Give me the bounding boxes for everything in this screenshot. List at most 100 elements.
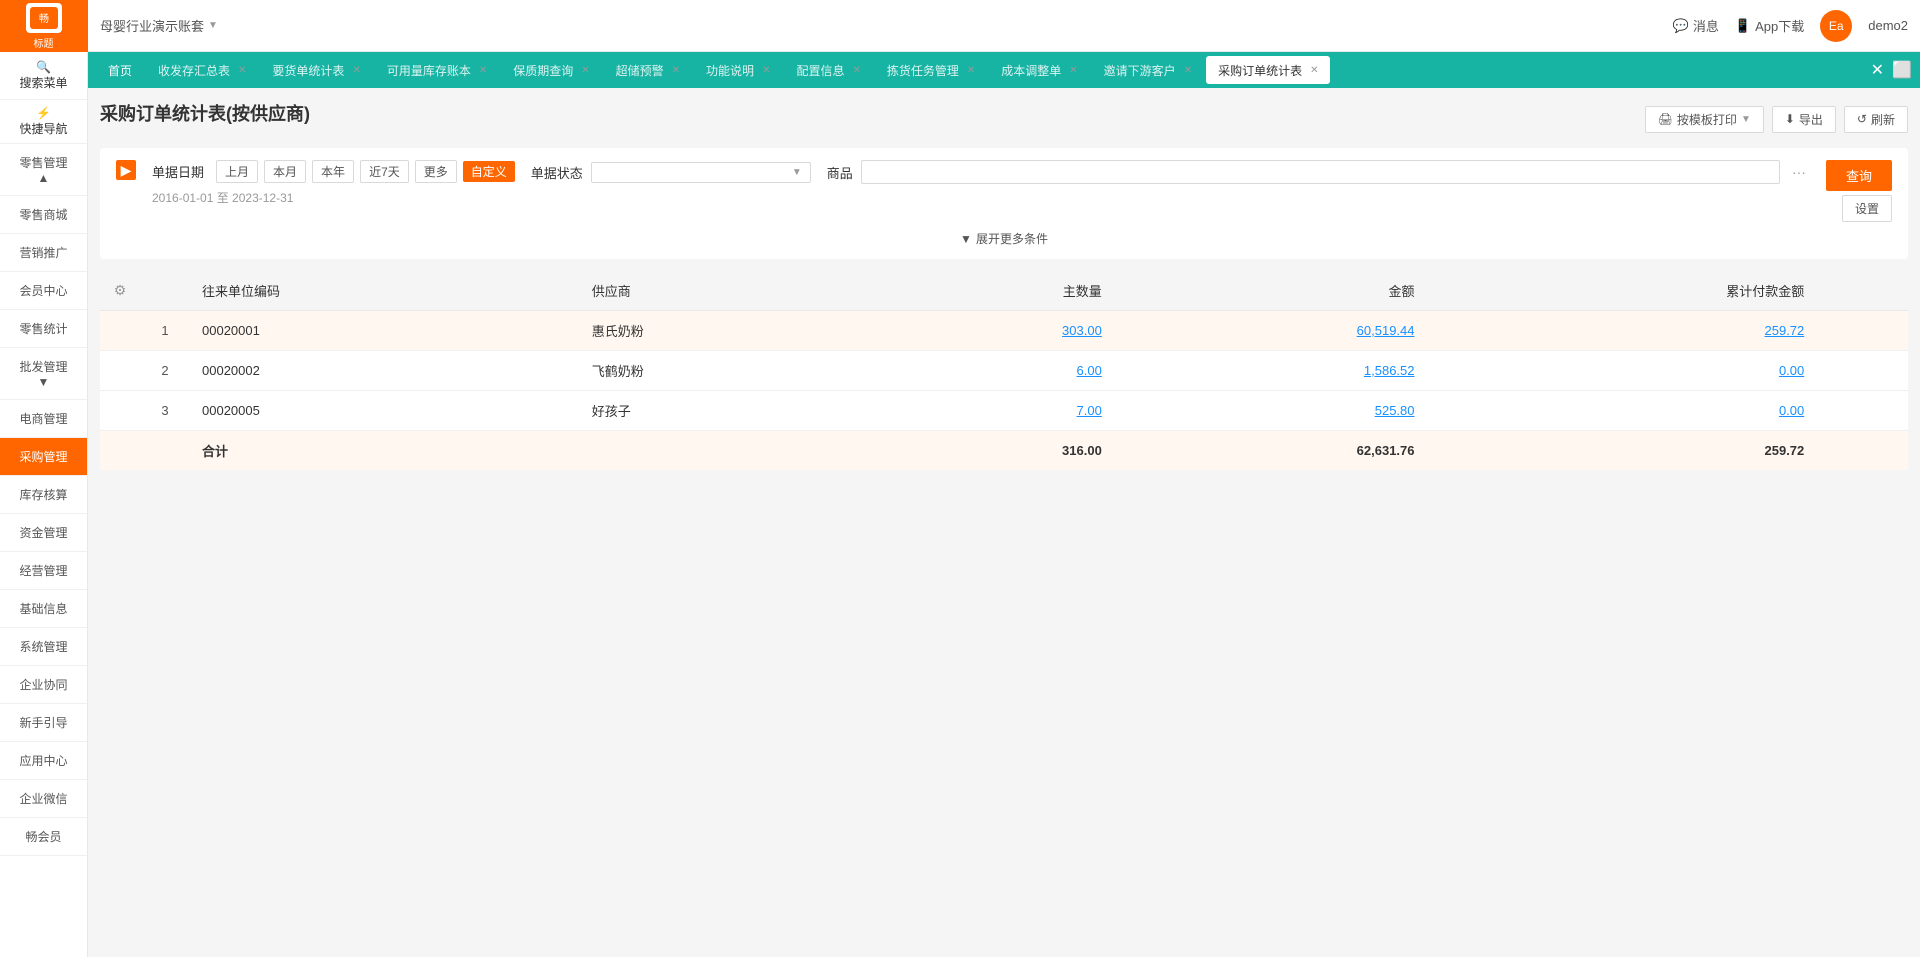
content-area: 采购订单统计表(按供应商) 🖨 按模板打印 ▼ ⬇ 导出 ↺ 刷新 [88, 88, 1920, 957]
sidebar-item-base[interactable]: 基础信息 [0, 590, 87, 628]
refresh-button[interactable]: ↺ 刷新 [1844, 106, 1908, 133]
td-amount[interactable]: 1,586.52 [1114, 351, 1427, 391]
tab-close-icon[interactable]: ✕ [1310, 65, 1318, 76]
td-supplier: 好孩子 [580, 391, 870, 431]
tab-label: 超储预警 [616, 62, 664, 79]
tab-label: 收发存汇总表 [158, 62, 230, 79]
tab-cost-adjust[interactable]: 成本调整单 ✕ [989, 56, 1089, 84]
app-download-button[interactable]: 📱 App下载 [1735, 16, 1804, 35]
tab-close-icon[interactable]: ✕ [762, 65, 770, 76]
tab-close-icon[interactable]: ✕ [1184, 65, 1192, 76]
tab-config-info[interactable]: 配置信息 ✕ [784, 56, 872, 84]
sidebar-item-label: 新手引导 [19, 714, 67, 731]
sidebar-item-label: 电商管理 [19, 410, 67, 427]
date-last-month-btn[interactable]: 上月 [216, 160, 258, 183]
sidebar-item-system[interactable]: 系统管理 [0, 628, 87, 666]
sidebar-item-label: 营销推广 [19, 244, 67, 261]
search-button[interactable]: 查询 [1826, 160, 1892, 191]
sidebar-item-shortcut[interactable]: ⚡ 快捷导航 [0, 100, 87, 144]
td-main-qty[interactable]: 303.00 [870, 311, 1114, 351]
sidebar-item-guide[interactable]: 新手引导 [0, 704, 87, 742]
ellipsis-icon[interactable]: ··· [1788, 164, 1810, 180]
tab-close-icon[interactable]: ✕ [581, 65, 589, 76]
td-main-qty[interactable]: 7.00 [870, 391, 1114, 431]
td-main-qty[interactable]: 6.00 [870, 351, 1114, 391]
sidebar-item-inventory[interactable]: 库存核算 [0, 476, 87, 514]
td-unit-code: 00020005 [190, 391, 580, 431]
setting-button[interactable]: 设置 [1842, 195, 1892, 222]
date-buttons: 上月 本月 本年 近7天 更多 自定义 [216, 160, 515, 183]
tab-warranty-query[interactable]: 保质期查询 ✕ [501, 56, 601, 84]
tab-close-icon[interactable]: ✕ [967, 65, 975, 76]
td-unit-code: 00020002 [190, 351, 580, 391]
sidebar-item-label: 应用中心 [19, 752, 67, 769]
refresh-icon: ↺ [1857, 112, 1867, 126]
sidebar-item-wechat[interactable]: 企业微信 [0, 780, 87, 818]
tab-home[interactable]: 首页 [96, 56, 144, 84]
sidebar-item-enterprise[interactable]: 企业协同 [0, 666, 87, 704]
expand-more-button[interactable]: ▼ 展开更多条件 [960, 230, 1048, 247]
tab-receive-summary[interactable]: 收发存汇总表 ✕ [146, 56, 258, 84]
goods-input[interactable] [861, 160, 1780, 184]
td-unit-code: 00020001 [190, 311, 580, 351]
td-amount[interactable]: 525.80 [1114, 391, 1427, 431]
sidebar-item-search[interactable]: 🔍 搜索菜单 [0, 52, 87, 100]
message-button[interactable]: 💬 消息 [1673, 16, 1719, 35]
sidebar-item-wholesale[interactable]: 批发管理 ▼ [0, 348, 87, 400]
sidebar-item-member[interactable]: 会员中心 [0, 272, 87, 310]
td-paid-amount[interactable]: 0.00 [1427, 391, 1817, 431]
tab-picking-task[interactable]: 拣货任务管理 ✕ [875, 56, 987, 84]
td-extra [1816, 351, 1908, 391]
sidebar-item-marketing[interactable]: 营销推广 [0, 234, 87, 272]
sidebar-item-appstore[interactable]: 应用中心 [0, 742, 87, 780]
tab-close-window-button[interactable]: ✕ [1871, 60, 1884, 80]
tab-label: 功能说明 [706, 62, 754, 79]
workspace-selector[interactable]: 母婴行业演示账套 ▼ [100, 16, 218, 35]
date-more-btn[interactable]: 更多 [415, 160, 457, 183]
tab-overstock-warning[interactable]: 超储预警 ✕ [604, 56, 692, 84]
export-button[interactable]: ⬇ 导出 [1772, 106, 1836, 133]
user-avatar[interactable]: Ea [1820, 10, 1852, 42]
tab-home-label: 首页 [108, 62, 132, 79]
tab-close-icon[interactable]: ✕ [1069, 65, 1077, 76]
user-name[interactable]: demo2 [1868, 18, 1908, 33]
sidebar-item-business[interactable]: 经营管理 [0, 552, 87, 590]
sidebar-item-retail-stat[interactable]: 零售统计 [0, 310, 87, 348]
tab-close-icon[interactable]: ✕ [852, 65, 860, 76]
avatar-text: Ea [1829, 19, 1844, 33]
status-select[interactable]: ▼ [591, 162, 811, 183]
sidebar-item-ecommerce[interactable]: 电商管理 [0, 400, 87, 438]
tab-close-icon[interactable]: ✕ [479, 65, 487, 76]
td-settings [100, 311, 140, 351]
filter-toggle-button[interactable]: ▶ [116, 160, 136, 180]
tab-goods-summary[interactable]: 要货单统计表 ✕ [260, 56, 372, 84]
sidebar-item-finance[interactable]: 资金管理 [0, 514, 87, 552]
export-label: 导出 [1799, 111, 1823, 128]
tab-invite-downstream[interactable]: 邀请下游客户 ✕ [1092, 56, 1204, 84]
td-paid-amount[interactable]: 0.00 [1427, 351, 1817, 391]
th-seq [140, 271, 190, 311]
date-custom-tag[interactable]: 自定义 [463, 161, 515, 182]
date-this-year-btn[interactable]: 本年 [312, 160, 354, 183]
tab-function-desc[interactable]: 功能说明 ✕ [694, 56, 782, 84]
sidebar-item-label: 企业协同 [19, 676, 67, 693]
table-header-row: ⚙ 往来单位编码 供应商 主数量 金额 累计付款金额 [100, 271, 1908, 311]
sidebar-item-purchase[interactable]: 采购管理 [0, 438, 87, 476]
td-paid-amount[interactable]: 259.72 [1427, 311, 1817, 351]
date-this-month-btn[interactable]: 本月 [264, 160, 306, 183]
tab-close-icon[interactable]: ✕ [672, 65, 680, 76]
th-main-qty: 主数量 [870, 271, 1114, 311]
tab-available-inventory[interactable]: 可用量库存账本 ✕ [375, 56, 499, 84]
tab-close-icon[interactable]: ✕ [352, 65, 360, 76]
tab-purchase-summary[interactable]: 采购订单统计表 ✕ [1206, 56, 1330, 84]
tab-maximize-button[interactable]: ⬜ [1892, 60, 1912, 80]
td-amount[interactable]: 60,519.44 [1114, 311, 1427, 351]
sidebar-item-retail[interactable]: 零售管理 ▲ [0, 144, 87, 196]
date-last7-btn[interactable]: 近7天 [360, 160, 409, 183]
svg-text:畅: 畅 [39, 12, 49, 25]
sidebar-item-vip[interactable]: 畅会员 [0, 818, 87, 856]
sidebar-item-retail-shop[interactable]: 零售商城 [0, 196, 87, 234]
tab-close-icon[interactable]: ✕ [238, 65, 246, 76]
settings-icon[interactable]: ⚙ [114, 282, 127, 298]
print-button[interactable]: 🖨 按模板打印 ▼ [1645, 106, 1764, 133]
